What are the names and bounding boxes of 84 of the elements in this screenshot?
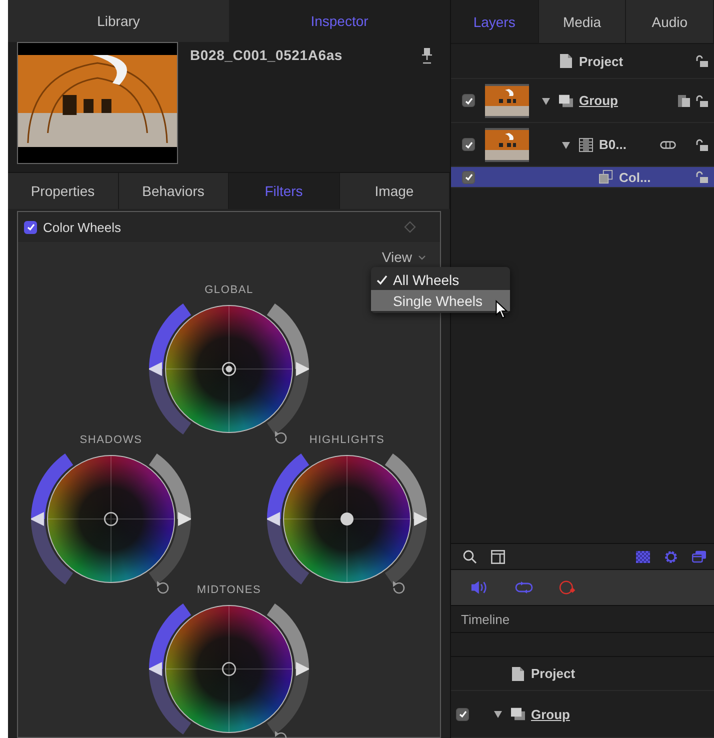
layer-name: Group xyxy=(579,93,618,108)
panel-tab[interactable]: Library xyxy=(8,0,229,42)
reset-icon[interactable] xyxy=(157,581,169,594)
panel-tab[interactable]: Media xyxy=(538,0,626,44)
menu-item[interactable]: All Wheels xyxy=(371,269,510,290)
layer-name: Project xyxy=(579,54,624,68)
disclosure-triangle[interactable] xyxy=(493,709,503,719)
slider-thumb[interactable] xyxy=(267,512,280,526)
wheel-label: HIGHLIGHTS xyxy=(309,434,385,446)
panel-tab[interactable]: Audio xyxy=(626,0,714,44)
filter-name: Color Wheels xyxy=(43,220,122,234)
saturation-slider[interactable] xyxy=(149,303,192,435)
subtab[interactable]: Filters xyxy=(229,173,340,209)
disclosure-triangle[interactable] xyxy=(561,140,571,150)
wheel-label: MIDTONES xyxy=(196,584,262,596)
wheel-puck[interactable] xyxy=(103,511,119,527)
settings-icon[interactable] xyxy=(664,550,678,564)
layer-row[interactable]: Project xyxy=(451,657,714,691)
unlocked-padlock-icon[interactable] xyxy=(696,94,708,106)
saturation-slider[interactable] xyxy=(267,453,310,585)
wheel-puck[interactable] xyxy=(221,361,237,377)
brightness-slider[interactable] xyxy=(266,303,309,435)
checkbox[interactable] xyxy=(462,170,475,184)
panel-tab[interactable]: Inspector xyxy=(229,0,450,42)
wheel-label: GLOBAL xyxy=(204,284,254,296)
layer-name: B0... xyxy=(599,137,626,152)
reset-icon[interactable] xyxy=(393,581,405,594)
filter-icon xyxy=(599,170,613,184)
layer-row[interactable]: Project xyxy=(451,44,714,79)
brightness-slider[interactable] xyxy=(148,453,191,585)
panel-icon[interactable] xyxy=(491,550,505,564)
wheel-puck[interactable] xyxy=(221,661,237,677)
record-icon[interactable] xyxy=(559,580,577,595)
view-dropdown[interactable]: View xyxy=(382,246,426,268)
slider-thumb[interactable] xyxy=(149,362,162,376)
saturation-slider[interactable] xyxy=(149,603,192,735)
subtab[interactable]: Properties xyxy=(8,173,118,209)
checkmark-icon xyxy=(376,274,388,286)
panel-tab[interactable]: Layers xyxy=(451,0,539,44)
film-icon xyxy=(579,138,593,152)
checkbox[interactable] xyxy=(462,94,475,107)
checkbox[interactable] xyxy=(456,708,469,720)
layer-name: Col... xyxy=(619,170,651,184)
pin-icon[interactable] xyxy=(422,48,432,64)
checkerboard-icon[interactable] xyxy=(636,550,650,564)
layer-row[interactable]: Col... xyxy=(451,167,714,188)
layer-row[interactable]: Group xyxy=(451,691,714,738)
slider-thumb[interactable] xyxy=(149,662,162,676)
document-icon xyxy=(511,666,525,680)
reset-icon[interactable] xyxy=(275,431,287,444)
slider-thumb[interactable] xyxy=(178,512,191,526)
slider-thumb[interactable] xyxy=(31,512,44,526)
slider-thumb[interactable] xyxy=(296,662,309,676)
subtab[interactable]: Image xyxy=(340,173,450,209)
unlocked-padlock-icon[interactable] xyxy=(696,171,708,183)
slider-thumb[interactable] xyxy=(296,362,309,376)
mouse-pointer-icon xyxy=(495,300,508,319)
brightness-slider[interactable] xyxy=(266,603,309,735)
layer-row[interactable]: Group xyxy=(451,79,714,123)
layer-name: Project xyxy=(531,666,576,681)
checkbox[interactable] xyxy=(462,138,475,151)
chevron-down-icon xyxy=(418,254,426,260)
search-icon[interactable] xyxy=(463,550,477,564)
document-icon xyxy=(559,54,573,68)
slider-thumb[interactable] xyxy=(414,512,427,526)
brightness-slider[interactable] xyxy=(384,453,427,585)
clip-title: B028_C001_0521A6as xyxy=(190,47,343,63)
menu-item[interactable]: Single Wheels xyxy=(371,290,510,311)
group-icon xyxy=(559,94,573,108)
subtab[interactable]: Behaviors xyxy=(118,173,229,209)
checkbox[interactable] xyxy=(24,220,37,234)
saturation-slider[interactable] xyxy=(31,453,74,585)
mask-icon xyxy=(678,94,690,106)
unlocked-padlock-icon[interactable] xyxy=(696,138,708,150)
timeline-title: Timeline xyxy=(461,612,510,626)
wheel-puck[interactable] xyxy=(339,511,355,527)
group-icon xyxy=(511,707,525,721)
unlocked-padlock-icon[interactable] xyxy=(696,55,708,67)
stack-icon[interactable] xyxy=(692,550,706,564)
wheel-label: SHADOWS xyxy=(80,434,142,446)
link-icon xyxy=(660,140,676,148)
layer-name: Group xyxy=(531,706,570,722)
disclosure-triangle[interactable] xyxy=(541,96,551,106)
reset-icon[interactable] xyxy=(275,731,287,738)
